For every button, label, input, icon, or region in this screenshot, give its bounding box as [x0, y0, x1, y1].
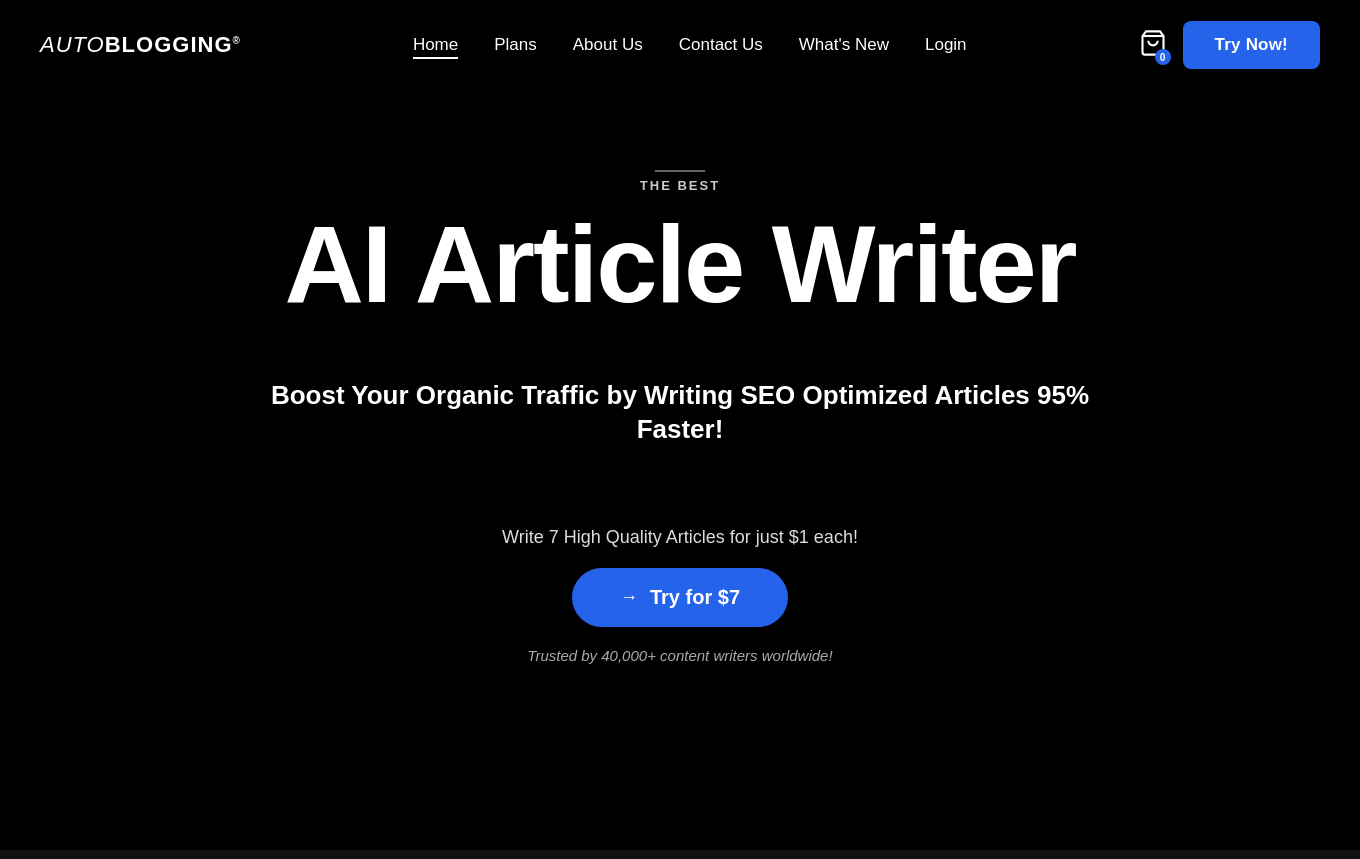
nav-right: 0 Try Now! — [1139, 21, 1320, 69]
try-now-button[interactable]: Try Now! — [1183, 21, 1320, 69]
hero-section: THE BEST AI Article Writer Boost Your Or… — [0, 90, 1360, 850]
try-for-button[interactable]: → Try for $7 — [572, 568, 788, 627]
hero-subtitle: Boost Your Organic Traffic by Writing SE… — [230, 379, 1130, 447]
hero-cta-area: Write 7 High Quality Articles for just $… — [502, 527, 858, 664]
nav-link-about[interactable]: About Us — [573, 35, 643, 55]
bottom-bar — [0, 850, 1360, 859]
arrow-icon: → — [620, 587, 638, 608]
the-best-label-group: THE BEST — [640, 170, 720, 193]
navbar: AutoBLOGGING® Home Plans About Us Contac… — [0, 0, 1360, 90]
logo[interactable]: AutoBLOGGING® — [40, 32, 241, 58]
hero-title: AI Article Writer — [284, 209, 1075, 319]
the-best-text: THE BEST — [640, 178, 720, 193]
nav-link-plans[interactable]: Plans — [494, 35, 537, 55]
nav-link-contact[interactable]: Contact Us — [679, 35, 763, 55]
cart-button[interactable]: 0 — [1139, 29, 1167, 61]
nav-link-home[interactable]: Home — [413, 35, 458, 55]
logo-text: AutoBLOGGING® — [40, 32, 241, 58]
nav-links: Home Plans About Us Contact Us What's Ne… — [413, 35, 967, 55]
hero-offer-text: Write 7 High Quality Articles for just $… — [502, 527, 858, 548]
trusted-text: Trusted by 40,000+ content writers world… — [527, 647, 832, 664]
nav-link-whats-new[interactable]: What's New — [799, 35, 889, 55]
nav-link-login[interactable]: Login — [925, 35, 967, 55]
decorative-line — [655, 170, 705, 172]
try-for-label: Try for $7 — [650, 586, 740, 609]
cart-count: 0 — [1155, 49, 1171, 65]
